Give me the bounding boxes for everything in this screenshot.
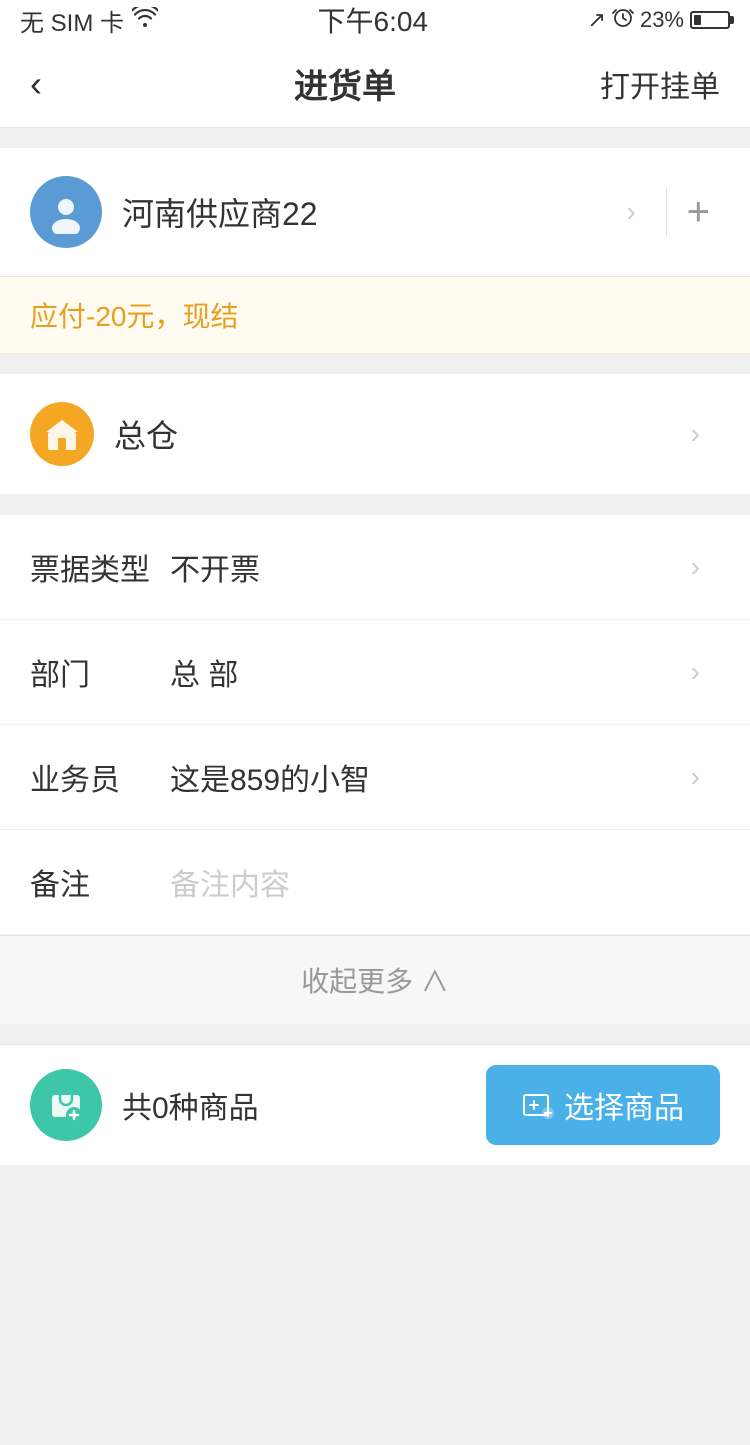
- form-section: 票据类型 不开票 › 部门 总 部 › 业务员 这是859的小智 › 备注 备注…: [0, 515, 750, 1024]
- salesperson-row[interactable]: 业务员 这是859的小智 ›: [0, 725, 750, 830]
- status-time: 下午6:04: [318, 0, 429, 40]
- battery-icon: [690, 11, 730, 29]
- alarm-icon: [612, 6, 634, 34]
- invoice-type-value: 不开票: [170, 545, 691, 589]
- supplier-name: 河南供应商22: [122, 189, 626, 235]
- select-product-label: 选择商品: [564, 1083, 684, 1127]
- warehouse-chevron-icon: ›: [691, 418, 700, 450]
- department-value: 总 部: [170, 650, 691, 694]
- invoice-type-row[interactable]: 票据类型 不开票 ›: [0, 515, 750, 620]
- supplier-divider: [666, 187, 667, 237]
- salesperson-label: 业务员: [30, 755, 170, 799]
- status-left: 无 SIM 卡: [20, 3, 158, 38]
- back-button[interactable]: ‹: [30, 63, 90, 105]
- nav-bar: ‹ 进货单 打开挂单: [0, 40, 750, 128]
- status-bar: 无 SIM 卡 下午6:04 ↗ 23%: [0, 0, 750, 40]
- supplier-section: 河南供应商22 › + 应付-20元，现结: [0, 148, 750, 354]
- warehouse-row[interactable]: 总仓 ›: [0, 374, 750, 495]
- invoice-type-label: 票据类型: [30, 545, 170, 589]
- remark-label: 备注: [30, 860, 170, 904]
- sim-label: 无 SIM 卡: [20, 3, 124, 38]
- battery-percent: 23%: [640, 7, 684, 33]
- location-icon: ↗: [588, 7, 606, 33]
- section-gap-2: [0, 354, 750, 374]
- supplier-chevron-icon: ›: [626, 196, 635, 228]
- supplier-row[interactable]: 河南供应商22 › +: [0, 148, 750, 276]
- open-pending-button[interactable]: 打开挂单: [600, 62, 720, 106]
- background-fill: [0, 1165, 750, 1445]
- supplier-avatar: [30, 176, 102, 248]
- salesperson-value: 这是859的小智: [170, 755, 691, 799]
- collapse-button[interactable]: 收起更多 ∧: [0, 935, 750, 1024]
- status-right: ↗ 23%: [588, 6, 730, 34]
- department-label: 部门: [30, 650, 170, 694]
- section-gap-3: [0, 495, 750, 515]
- section-gap-1: [0, 128, 750, 148]
- remark-input[interactable]: 备注内容: [170, 860, 720, 904]
- select-product-button[interactable]: 选择商品: [486, 1065, 720, 1145]
- bottom-bar: 共0种商品 选择商品: [0, 1044, 750, 1165]
- page-title: 进货单: [294, 59, 396, 108]
- warehouse-section: 总仓 ›: [0, 374, 750, 495]
- salesperson-chevron-icon: ›: [691, 761, 700, 793]
- invoice-type-chevron-icon: ›: [691, 551, 700, 583]
- wifi-icon: [132, 6, 158, 34]
- product-count: 共0种商品: [122, 1083, 486, 1127]
- product-icon: [30, 1069, 102, 1141]
- add-supplier-button[interactable]: +: [677, 190, 720, 235]
- supplier-notice: 应付-20元，现结: [0, 276, 750, 354]
- warehouse-icon: [30, 402, 94, 466]
- department-row[interactable]: 部门 总 部 ›: [0, 620, 750, 725]
- department-chevron-icon: ›: [691, 656, 700, 688]
- warehouse-name: 总仓: [114, 411, 691, 457]
- remark-row[interactable]: 备注 备注内容: [0, 830, 750, 935]
